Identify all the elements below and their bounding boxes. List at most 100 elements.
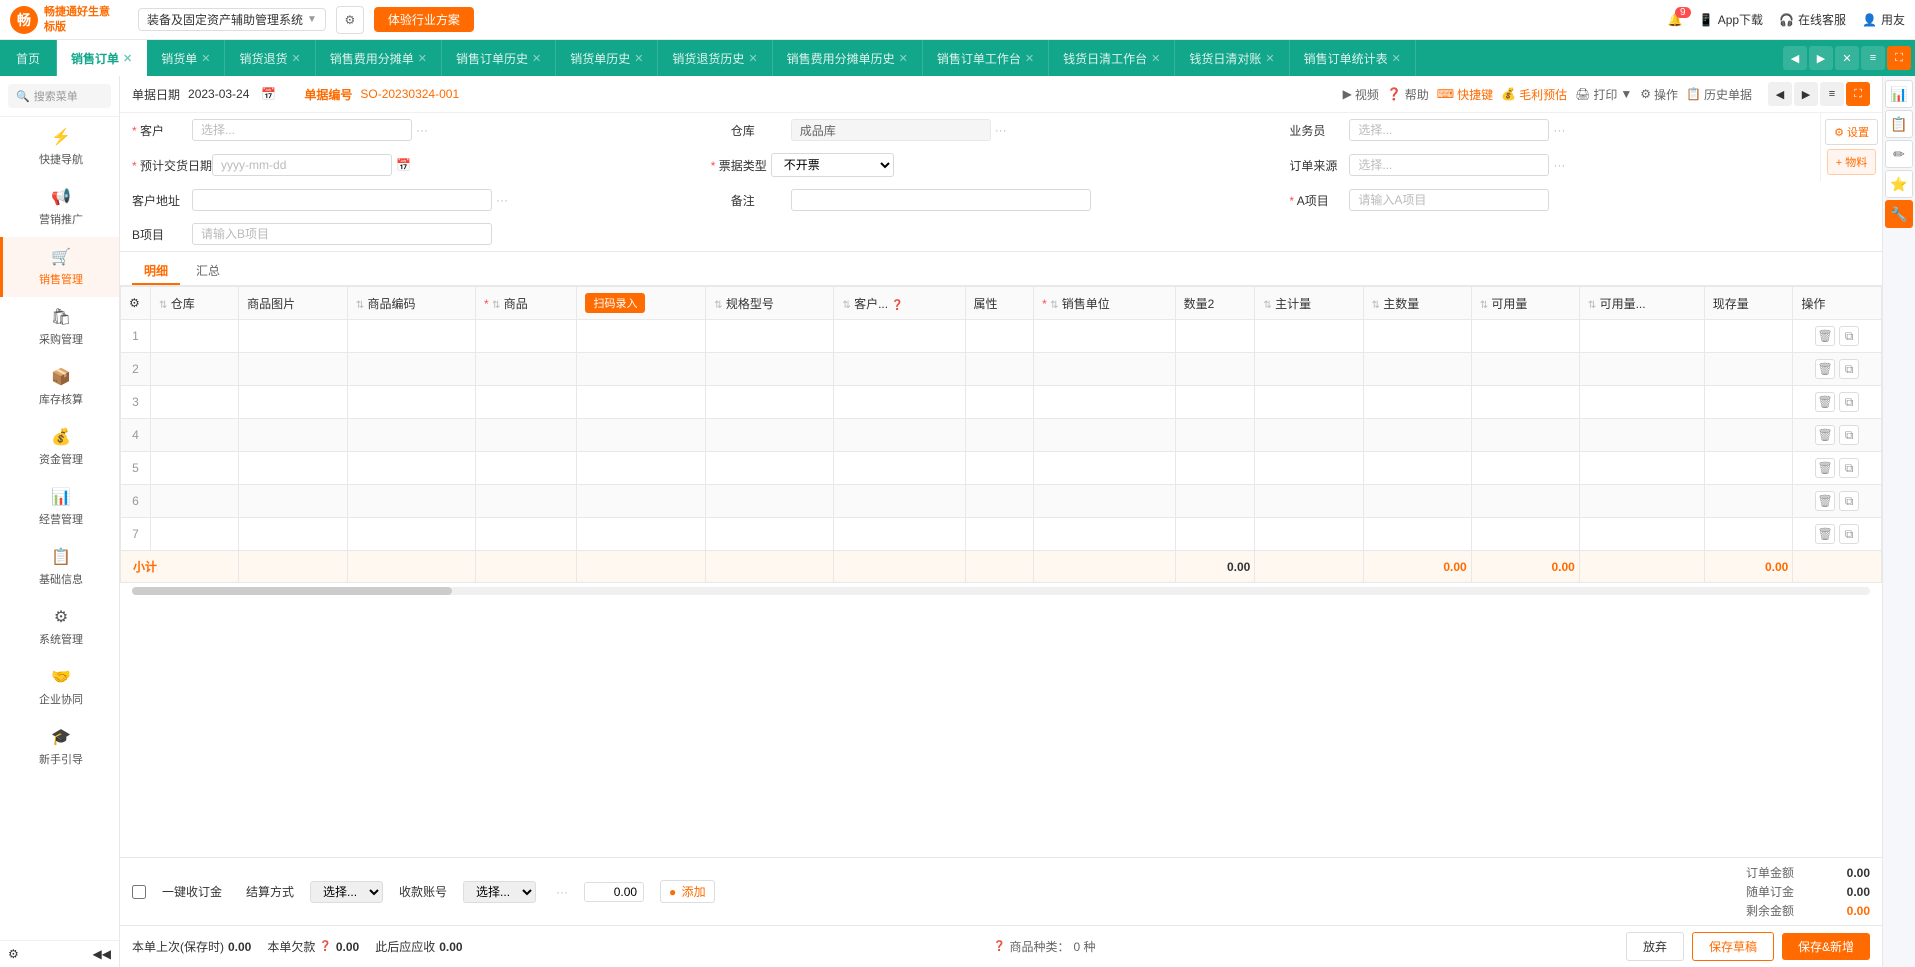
row-warehouse-4[interactable] bbox=[151, 419, 239, 452]
bank-account-select[interactable]: 选择... bbox=[463, 881, 536, 903]
sidebar-collapse-icon[interactable]: ◀◀ bbox=[93, 947, 111, 961]
b-project-input[interactable] bbox=[192, 223, 492, 245]
row-code-1[interactable] bbox=[347, 320, 475, 353]
row-code-6[interactable] bbox=[347, 485, 475, 518]
row-product-1[interactable] bbox=[475, 320, 577, 353]
tab-sales-expense[interactable]: 销售费用分摊单 ✕ bbox=[316, 40, 442, 76]
nav-menu-icon[interactable]: ≡ bbox=[1861, 46, 1885, 70]
toolbar-history-btn[interactable]: 📋 历史单据 bbox=[1686, 86, 1752, 103]
row-property-1[interactable] bbox=[965, 320, 1034, 353]
row-property-2[interactable] bbox=[965, 353, 1034, 386]
copy-row-5-btn[interactable]: ⧉ bbox=[1839, 458, 1859, 478]
sidebar-settings-icon[interactable]: ⚙ bbox=[8, 947, 19, 961]
tab-detail[interactable]: 明细 bbox=[132, 258, 180, 285]
delivery-date-calendar-icon[interactable]: 📅 bbox=[396, 158, 411, 172]
warehouse-input[interactable] bbox=[791, 119, 991, 141]
copy-row-2-btn[interactable]: ⧉ bbox=[1839, 359, 1859, 379]
close-icon[interactable]: ✕ bbox=[418, 52, 427, 65]
customer-more-icon[interactable]: ··· bbox=[416, 123, 428, 137]
save-new-button[interactable]: 保存&新增 bbox=[1782, 933, 1870, 960]
search-menu-field[interactable]: 🔍 搜索菜单 bbox=[8, 84, 111, 108]
one-click-payment-checkbox[interactable] bbox=[132, 885, 146, 899]
delete-row-4-btn[interactable]: 🗑 bbox=[1815, 425, 1835, 445]
close-icon[interactable]: ✕ bbox=[201, 52, 210, 65]
tab-sales-return[interactable]: 销货退货 ✕ bbox=[225, 40, 315, 76]
tab-sales-order[interactable]: 销售订单 ✕ bbox=[57, 40, 147, 76]
tab-invoice-history[interactable]: 销货单历史 ✕ bbox=[556, 40, 658, 76]
row-customer-code-7[interactable] bbox=[834, 518, 965, 551]
sidebar-item-basic-info[interactable]: 📋 基础信息 bbox=[0, 537, 119, 597]
row-unit-5[interactable] bbox=[1034, 452, 1176, 485]
row-product-7[interactable] bbox=[475, 518, 577, 551]
row-warehouse-2[interactable] bbox=[151, 353, 239, 386]
industry-button[interactable]: 体验行业方案 bbox=[374, 7, 474, 32]
row-qty2-2[interactable] bbox=[1175, 353, 1255, 386]
row-main-qty-1[interactable] bbox=[1363, 320, 1471, 353]
row-main-qty-7[interactable] bbox=[1363, 518, 1471, 551]
customer-input[interactable] bbox=[192, 119, 412, 141]
list-view-icon[interactable]: ≡ bbox=[1820, 82, 1844, 106]
row-qty2-5[interactable] bbox=[1175, 452, 1255, 485]
payment-amount-input[interactable] bbox=[584, 882, 644, 902]
tab-daily-workbench[interactable]: 钱货日清工作台 ✕ bbox=[1049, 40, 1175, 76]
scan-btn[interactable]: 扫码录入 bbox=[585, 293, 645, 313]
row-main-unit-6[interactable] bbox=[1255, 485, 1363, 518]
row-main-qty-6[interactable] bbox=[1363, 485, 1471, 518]
row-main-unit-4[interactable] bbox=[1255, 419, 1363, 452]
close-icon[interactable]: ✕ bbox=[748, 52, 757, 65]
row-code-2[interactable] bbox=[347, 353, 475, 386]
row-qty2-7[interactable] bbox=[1175, 518, 1255, 551]
toolbar-operation-btn[interactable]: ⚙ 操作 bbox=[1640, 86, 1678, 103]
close-icon[interactable]: ✕ bbox=[532, 52, 541, 65]
delete-row-6-btn[interactable]: 🗑 bbox=[1815, 491, 1835, 511]
tab-daily-reconcile[interactable]: 钱货日清对账 ✕ bbox=[1175, 40, 1289, 76]
sidebar-item-inventory[interactable]: 📦 库存核算 bbox=[0, 357, 119, 417]
nav-next-icon[interactable]: ▶ bbox=[1809, 46, 1833, 70]
row-main-unit-5[interactable] bbox=[1255, 452, 1363, 485]
row-main-unit-1[interactable] bbox=[1255, 320, 1363, 353]
add-payment-button[interactable]: ● 添加 bbox=[660, 880, 715, 903]
row-unit-3[interactable] bbox=[1034, 386, 1176, 419]
nav-close-icon[interactable]: ✕ bbox=[1835, 46, 1859, 70]
settings-icon[interactable]: ⚙ bbox=[336, 6, 364, 34]
bank-more-icon[interactable]: ··· bbox=[556, 885, 568, 899]
delete-row-2-btn[interactable]: 🗑 bbox=[1815, 359, 1835, 379]
customer-address-input[interactable] bbox=[192, 189, 492, 211]
row-code-4[interactable] bbox=[347, 419, 475, 452]
row-property-4[interactable] bbox=[965, 419, 1034, 452]
row-product-2[interactable] bbox=[475, 353, 577, 386]
a-project-input[interactable] bbox=[1349, 189, 1549, 211]
tab-expense-history[interactable]: 销售费用分摊单历史 ✕ bbox=[773, 40, 923, 76]
remarks-input[interactable] bbox=[791, 189, 1091, 211]
row-warehouse-7[interactable] bbox=[151, 518, 239, 551]
toolbar-help-btn[interactable]: ❓ 帮助 bbox=[1387, 86, 1429, 103]
tab-summary[interactable]: 汇总 bbox=[184, 258, 232, 285]
toolbar-profit-btn[interactable]: 💰 毛利预估 bbox=[1501, 86, 1567, 103]
row-qty2-6[interactable] bbox=[1175, 485, 1255, 518]
sidebar-item-purchase[interactable]: 🛍 采购管理 bbox=[0, 297, 119, 357]
delete-row-7-btn[interactable]: 🗑 bbox=[1815, 524, 1835, 544]
save-draft-button[interactable]: 保存草稿 bbox=[1692, 932, 1774, 961]
row-warehouse-5[interactable] bbox=[151, 452, 239, 485]
row-customer-code-2[interactable] bbox=[834, 353, 965, 386]
close-icon[interactable]: ✕ bbox=[634, 52, 643, 65]
tab-order-stats[interactable]: 销售订单统计表 ✕ bbox=[1290, 40, 1416, 76]
sidebar-search[interactable]: 🔍 搜索菜单 bbox=[0, 76, 119, 117]
staff-more-icon[interactable]: ··· bbox=[1553, 123, 1565, 137]
staff-input[interactable] bbox=[1349, 119, 1549, 141]
row-warehouse-1[interactable] bbox=[151, 320, 239, 353]
panel-star-icon[interactable]: ⭐ bbox=[1885, 170, 1913, 198]
row-customer-code-6[interactable] bbox=[834, 485, 965, 518]
row-product-5[interactable] bbox=[475, 452, 577, 485]
row-spec-5[interactable] bbox=[706, 452, 834, 485]
row-warehouse-6[interactable] bbox=[151, 485, 239, 518]
toolbar-video-btn[interactable]: ▶ 视频 bbox=[1343, 86, 1379, 103]
copy-row-6-btn[interactable]: ⧉ bbox=[1839, 491, 1859, 511]
row-code-7[interactable] bbox=[347, 518, 475, 551]
nav-expand-icon[interactable]: ⛶ bbox=[1887, 46, 1911, 70]
next-record-icon[interactable]: ▶ bbox=[1794, 82, 1818, 106]
delete-row-3-btn[interactable]: 🗑 bbox=[1815, 392, 1835, 412]
system-selector[interactable]: 装备及固定资产辅助管理系统 ▼ bbox=[138, 8, 326, 31]
row-main-unit-7[interactable] bbox=[1255, 518, 1363, 551]
row-main-unit-3[interactable] bbox=[1255, 386, 1363, 419]
